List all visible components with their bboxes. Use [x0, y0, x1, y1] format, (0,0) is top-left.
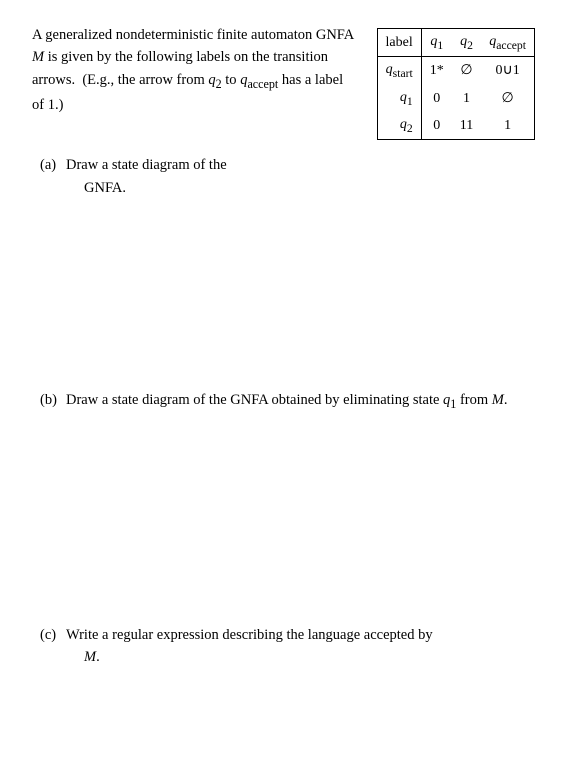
part-a-section: (a) Draw a state diagram of the GNFA. — [32, 154, 535, 379]
part-b-text: Draw a state diagram of the GNFA obtaine… — [66, 389, 535, 414]
cell-q2-qaccept: 1 — [481, 112, 534, 140]
intro-text: A generalized nondeterministic finite au… — [32, 24, 359, 140]
col-qaccept-header: qaccept — [481, 29, 534, 57]
cell-q1-qaccept: ∅ — [481, 85, 534, 112]
col-q2-header: q2 — [452, 29, 481, 57]
table-row: qstart 1* ∅ 0∪1 — [377, 57, 534, 85]
part-c-text: Write a regular expression describing th… — [66, 624, 535, 646]
cell-q2-q2: 11 — [452, 112, 481, 140]
part-a-continuation: GNFA. — [32, 177, 535, 199]
row-qstart-header: qstart — [377, 57, 421, 85]
part-c-body — [32, 669, 535, 729]
table-header-row: label q1 q2 qaccept — [377, 29, 534, 57]
table-row: q2 0 11 1 — [377, 112, 534, 140]
part-a-label: (a) Draw a state diagram of the — [32, 154, 535, 176]
cell-q1-q1: 0 — [421, 85, 452, 112]
part-c-label: (c) Write a regular expression describin… — [32, 624, 535, 646]
page-content: A generalized nondeterministic finite au… — [32, 24, 535, 733]
table-row: q1 0 1 ∅ — [377, 85, 534, 112]
gnfa-table: label q1 q2 qaccept qstart 1* ∅ 0∪1 q1 0 — [377, 28, 535, 140]
row-q1-header: q1 — [377, 85, 421, 112]
part-b-label: (b) Draw a state diagram of the GNFA obt… — [32, 389, 535, 414]
row-q2-header: q2 — [377, 112, 421, 140]
cell-q2-q1: 0 — [421, 112, 452, 140]
part-a-body — [32, 199, 535, 379]
part-c-continuation: M. — [32, 646, 535, 668]
part-c-section: (c) Write a regular expression describin… — [32, 624, 535, 729]
cell-qstart-q2: ∅ — [452, 57, 481, 85]
part-b-letter: (b) — [40, 389, 60, 414]
col-label-header: label — [377, 29, 421, 57]
part-a-letter: (a) — [40, 154, 60, 176]
cell-qstart-qaccept: 0∪1 — [481, 57, 534, 85]
part-c-letter: (c) — [40, 624, 60, 646]
part-b-body — [32, 414, 535, 614]
col-q1-header: q1 — [421, 29, 452, 57]
cell-q1-q2: 1 — [452, 85, 481, 112]
part-a-text: Draw a state diagram of the — [66, 154, 535, 176]
gnfa-table-container: label q1 q2 qaccept qstart 1* ∅ 0∪1 q1 0 — [377, 28, 535, 140]
intro-section: A generalized nondeterministic finite au… — [32, 24, 535, 140]
intro-paragraph: A generalized nondeterministic finite au… — [32, 24, 359, 116]
part-b-section: (b) Draw a state diagram of the GNFA obt… — [32, 389, 535, 614]
cell-qstart-q1: 1* — [421, 57, 452, 85]
